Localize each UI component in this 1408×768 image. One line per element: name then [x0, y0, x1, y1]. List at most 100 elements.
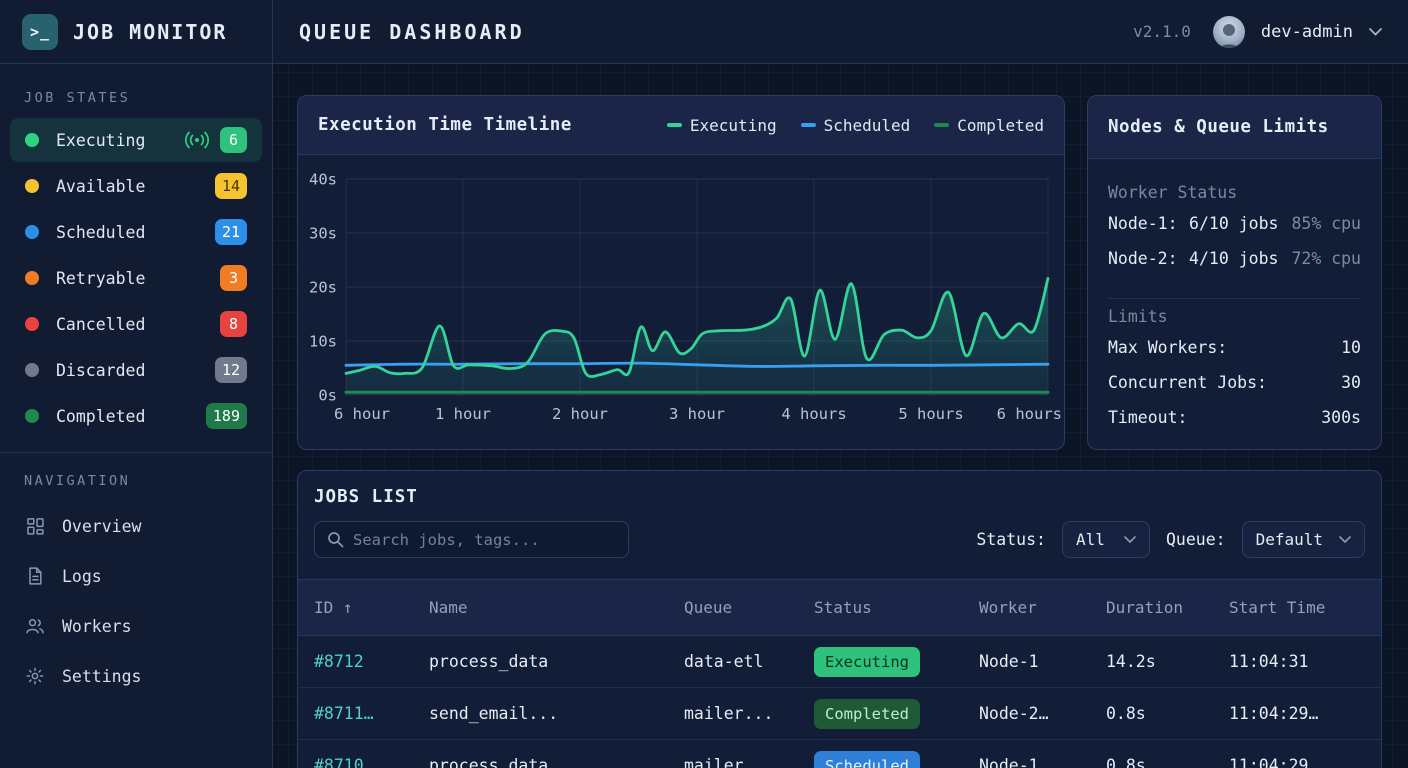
svg-text:40s: 40s — [309, 171, 337, 189]
job-queue: mailer — [684, 756, 744, 768]
queue-filter-value: Default — [1255, 530, 1323, 549]
sidebar-item-retryable[interactable]: Retryable 3 — [10, 256, 262, 300]
chevron-down-icon — [1339, 536, 1351, 543]
column-header-status[interactable]: Status — [814, 598, 979, 617]
job-name: process_data — [429, 652, 549, 671]
search-input[interactable] — [353, 530, 616, 549]
svg-text:10s: 10s — [309, 333, 337, 351]
sidebar-item-completed[interactable]: Completed 189 — [10, 394, 262, 438]
sidebar-item-overview[interactable]: Overview — [0, 501, 272, 551]
sidebar-divider — [0, 452, 272, 453]
worker-row-node-2: Node-2: 4/10 jobs 72% cpu — [1108, 249, 1361, 284]
version-label: v2.1.0 — [1133, 22, 1191, 41]
state-label: Completed — [56, 406, 146, 426]
state-count-badge: 14 — [214, 173, 247, 199]
worker-jobs: 4/10 jobs — [1189, 249, 1279, 268]
sidebar-item-cancelled[interactable]: Cancelled 8 — [10, 302, 262, 346]
state-count-badge: 12 — [214, 357, 247, 383]
sidebar: JOB STATES Executing 6 Available 14 Sche… — [0, 64, 273, 768]
worker-status-label: Worker Status — [1108, 183, 1238, 202]
job-duration: 0.8s — [1106, 756, 1146, 768]
sidebar-item-discarded[interactable]: Discarded 12 — [10, 348, 262, 392]
column-header-queue[interactable]: Queue — [684, 598, 814, 617]
nav-label: Logs — [62, 566, 102, 586]
person-silhouette-icon — [1218, 23, 1240, 48]
sidebar-item-workers[interactable]: Workers — [0, 601, 272, 651]
svg-text:2 hour: 2 hour — [552, 405, 608, 423]
main-content: Execution Time Timeline Executing Schedu… — [273, 64, 1408, 768]
username-label[interactable]: dev-admin — [1261, 22, 1353, 42]
retryable-state-dot — [25, 271, 39, 285]
job-states-section-label: JOB STATES — [24, 90, 131, 106]
header-main: QUEUE DASHBOARD v2.1.0 dev-admin — [273, 0, 1408, 63]
state-label: Scheduled — [56, 222, 146, 242]
svg-text:1 hour: 1 hour — [435, 405, 491, 423]
limits-label: Limits — [1108, 307, 1168, 326]
state-label: Available — [56, 176, 146, 196]
nodes-card-title: Nodes & Queue Limits — [1108, 117, 1329, 137]
job-duration: 14.2s — [1106, 652, 1156, 671]
status-badge: Scheduled — [814, 750, 920, 768]
svg-text:20s: 20s — [309, 279, 337, 297]
sidebar-item-executing[interactable]: Executing 6 — [10, 118, 262, 162]
user-avatar[interactable] — [1212, 15, 1245, 48]
state-label: Retryable — [56, 268, 146, 288]
timeline-chart-svg: 0s 10s 20s 30s 40s 6 hour 1 hour 2 hour 3 hour 4 … — [309, 171, 1062, 424]
job-id-link[interactable]: #8710 — [314, 756, 429, 768]
status-filter-select[interactable]: All — [1061, 521, 1150, 558]
column-header-id[interactable]: ID ↑ — [314, 598, 429, 617]
state-count-badge: 189 — [205, 403, 247, 429]
table-row[interactable]: #8712 process_data data-etl Executing No… — [298, 636, 1381, 688]
job-worker: Node-1 — [979, 756, 1039, 768]
search-box[interactable] — [314, 521, 629, 558]
legend-item-scheduled[interactable]: Scheduled — [800, 116, 910, 135]
legend-item-executing[interactable]: Executing — [666, 116, 777, 135]
column-header-worker[interactable]: Worker — [979, 598, 1106, 617]
sidebar-item-settings[interactable]: Settings — [0, 651, 272, 701]
jobs-list-card: JOBS LIST Status: All — [297, 470, 1382, 768]
svg-text:5 hours: 5 hours — [898, 405, 963, 423]
state-count-badge: 3 — [220, 265, 247, 291]
terminal-logo-icon: >_ — [22, 13, 58, 50]
chevron-down-icon[interactable] — [1369, 27, 1382, 36]
column-header-duration[interactable]: Duration — [1106, 598, 1229, 617]
queue-filter-select[interactable]: Default — [1241, 521, 1365, 558]
discarded-state-dot — [25, 363, 39, 377]
nodes-queue-limits-card: Nodes & Queue Limits Worker Status Node-… — [1087, 95, 1382, 450]
svg-text:4 hours: 4 hours — [781, 405, 846, 423]
completed-legend-swatch — [934, 123, 950, 127]
job-worker: Node-1 — [979, 652, 1039, 671]
column-header-start-time[interactable]: Start Time — [1229, 598, 1381, 617]
limit-row-concurrent-jobs: Concurrent Jobs: 30 — [1108, 373, 1361, 392]
sidebar-item-scheduled[interactable]: Scheduled 21 — [10, 210, 262, 254]
job-start-time: 11:04:29 — [1229, 756, 1309, 768]
job-id-link[interactable]: #8711… — [314, 704, 429, 723]
completed-state-dot — [25, 409, 39, 423]
app-title: JOB MONITOR — [73, 19, 228, 44]
jobs-list-title: JOBS LIST — [314, 487, 418, 507]
worker-row-node-1: Node-1: 6/10 jobs 85% cpu — [1108, 214, 1361, 249]
navigation-section-label: NAVIGATION — [24, 473, 131, 489]
sidebar-item-logs[interactable]: Logs — [0, 551, 272, 601]
limit-row-max-workers: Max Workers: 10 — [1108, 338, 1361, 357]
users-icon — [25, 616, 45, 636]
nav-label: Settings — [62, 666, 142, 686]
jobs-table-header: ID ↑ Name Queue Status Worker Duration S… — [298, 579, 1381, 636]
chart-title: Execution Time Timeline — [318, 115, 572, 135]
column-header-name[interactable]: Name — [429, 598, 684, 617]
app-brand: >_ JOB MONITOR — [0, 0, 273, 63]
nodes-card-divider — [1108, 298, 1361, 299]
legend-item-completed[interactable]: Completed — [934, 116, 1044, 135]
svg-text:6 hours: 6 hours — [997, 405, 1062, 423]
table-row[interactable]: #8711… send_email... mailer... Completed… — [298, 688, 1381, 740]
state-count-badge: 8 — [220, 311, 247, 337]
chevron-down-icon — [1124, 536, 1136, 543]
svg-text:0s: 0s — [318, 387, 337, 405]
worker-name: Node-2: — [1108, 249, 1178, 268]
table-row[interactable]: #8710 process_data mailer Scheduled Node… — [298, 740, 1381, 768]
nav-label: Workers — [62, 616, 132, 636]
job-worker: Node-2… — [979, 704, 1049, 723]
sidebar-item-available[interactable]: Available 14 — [10, 164, 262, 208]
document-icon — [25, 566, 45, 586]
job-id-link[interactable]: #8712 — [314, 652, 429, 671]
